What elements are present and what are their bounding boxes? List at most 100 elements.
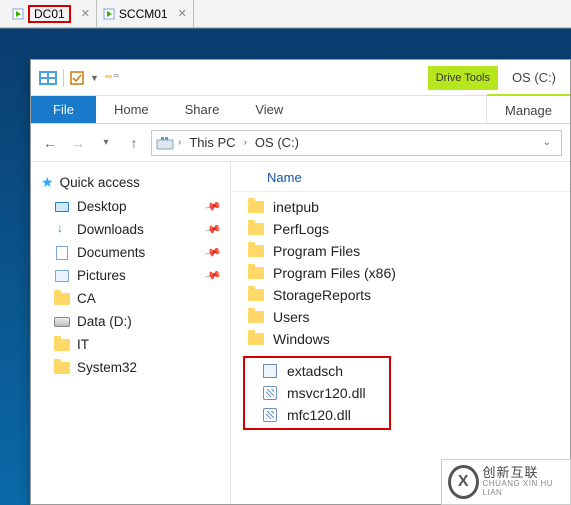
file-row[interactable]: inetpub	[231, 196, 570, 218]
folder-icon	[247, 267, 265, 279]
application-icon	[261, 364, 279, 378]
column-header-name[interactable]: Name	[231, 162, 570, 192]
breadcrumb-current[interactable]: OS (C:)	[251, 135, 303, 150]
file-row[interactable]: Windows	[231, 328, 570, 350]
titlebar: ▼ ⁼ Drive Tools OS (C:)	[31, 60, 570, 96]
watermark-text-cn: 创新互联	[483, 466, 564, 480]
folder-icon	[247, 201, 265, 213]
nav-forward-button: →	[67, 132, 89, 154]
nav-recent-dropdown[interactable]: ▾	[95, 132, 117, 154]
chevron-right-icon[interactable]: ›	[176, 137, 183, 148]
folder-icon	[247, 289, 265, 301]
drive-tools-contextual-tab[interactable]: Drive Tools	[428, 66, 498, 90]
file-row[interactable]: PerfLogs	[231, 218, 570, 240]
window-title: OS (C:)	[498, 70, 570, 85]
file-list-pane: Name inetpub PerfLogs Program Files Program…	[231, 162, 570, 504]
ribbon-share-tab[interactable]: Share	[167, 96, 238, 123]
nav-item-label: Desktop	[77, 199, 127, 214]
close-icon[interactable]: ✕	[178, 7, 187, 20]
nav-item-label: IT	[77, 337, 89, 352]
pictures-icon	[53, 269, 71, 283]
address-bar-row: ← → ▾ ↑ › This PC › OS (C:) ⌄	[31, 124, 570, 162]
ribbon-manage-tab[interactable]: Manage	[487, 94, 570, 123]
folder-icon	[53, 361, 71, 375]
explorer-body: ★ Quick access Desktop📌Downloads📌Documen…	[31, 162, 570, 504]
watermark-logo: X	[448, 465, 479, 499]
nav-up-button[interactable]: ↑	[123, 132, 145, 154]
pin-icon: 📌	[204, 243, 222, 261]
quick-access-header[interactable]: ★ Quick access	[37, 170, 224, 195]
address-dropdown-icon[interactable]: ⌄	[537, 137, 557, 148]
nav-back-button[interactable]: ←	[39, 132, 61, 154]
nav-item-desktop[interactable]: Desktop📌	[37, 195, 224, 218]
folder-icon	[247, 311, 265, 323]
explorer-app-icon	[39, 71, 57, 85]
nav-item-label: Pictures	[77, 268, 126, 283]
file-name: Users	[273, 309, 310, 325]
nav-item-documents[interactable]: Documents 📌	[37, 241, 224, 264]
vm-tab-dc01[interactable]: DC01 ✕	[6, 0, 97, 27]
breadcrumb-root[interactable]: This PC	[185, 135, 239, 150]
file-name: msvcr120.dll	[287, 385, 366, 401]
file-row[interactable]: extadsch	[245, 360, 389, 382]
folder-icon	[247, 245, 265, 257]
nav-item-data-d-[interactable]: Data (D:)	[37, 310, 224, 333]
highlighted-file-group: extadsch msvcr120.dll mfc120.dll	[243, 356, 391, 430]
nav-item-label: Downloads	[77, 222, 144, 237]
address-bar[interactable]: › This PC › OS (C:) ⌄	[151, 130, 562, 156]
nav-item-ca[interactable]: CA	[37, 287, 224, 310]
file-name: mfc120.dll	[287, 407, 351, 423]
vm-tab-label: DC01	[28, 5, 71, 23]
watermark-text-en: CHUANG XIN HU LIAN	[483, 480, 564, 498]
watermark-badge: X 创新互联 CHUANG XIN HU LIAN	[441, 459, 571, 505]
file-name: inetpub	[273, 199, 319, 215]
play-icon	[12, 8, 24, 20]
nav-item-label: System32	[77, 360, 137, 375]
drive-icon	[53, 315, 71, 329]
remote-desktop: ▼ ⁼ Drive Tools OS (C:) File Home Share …	[0, 28, 571, 505]
drive-icon	[156, 136, 174, 150]
file-row[interactable]: Users	[231, 306, 570, 328]
desktop-icon	[53, 200, 71, 214]
close-icon[interactable]: ✕	[81, 7, 90, 20]
ribbon-home-tab[interactable]: Home	[96, 96, 167, 123]
file-row[interactable]: mfc120.dll	[245, 404, 389, 426]
nav-item-downloads[interactable]: Downloads 📌	[37, 218, 224, 241]
ribbon-view-tab[interactable]: View	[237, 96, 301, 123]
play-icon	[103, 8, 115, 20]
file-row[interactable]: Program Files	[231, 240, 570, 262]
pin-icon: 📌	[204, 266, 222, 284]
file-name: Program Files	[273, 243, 360, 259]
file-row[interactable]: StorageReports	[231, 284, 570, 306]
file-name: Windows	[273, 331, 330, 347]
navigation-pane: ★ Quick access Desktop📌Downloads📌Documen…	[31, 162, 231, 504]
nav-item-pictures[interactable]: Pictures 📌	[37, 264, 224, 287]
vm-tab-sccm01[interactable]: SCCM01 ✕	[97, 0, 194, 27]
file-name: extadsch	[287, 363, 343, 379]
dll-icon	[261, 386, 279, 400]
documents-icon	[53, 246, 71, 260]
pin-icon: 📌	[204, 220, 222, 238]
qat-properties-icon[interactable]	[70, 71, 84, 85]
nav-item-label: Documents	[77, 245, 145, 260]
folder-icon	[53, 292, 71, 306]
file-name: Program Files (x86)	[273, 265, 396, 281]
downloads-icon	[53, 223, 71, 237]
file-name: PerfLogs	[273, 221, 329, 237]
file-row[interactable]: Program Files (x86)	[231, 262, 570, 284]
folder-icon	[247, 223, 265, 235]
nav-item-label: Data (D:)	[77, 314, 132, 329]
nav-item-it[interactable]: IT	[37, 333, 224, 356]
nav-item-system32[interactable]: System32	[37, 356, 224, 379]
file-explorer-window: ▼ ⁼ Drive Tools OS (C:) File Home Share …	[30, 59, 571, 505]
dll-icon	[261, 408, 279, 422]
vm-tab-label: SCCM01	[119, 7, 168, 21]
star-icon: ★	[41, 174, 54, 191]
ribbon-file-tab[interactable]: File	[31, 96, 96, 123]
qat-overflow-icon[interactable]: ⁼	[111, 70, 122, 86]
file-row[interactable]: msvcr120.dll	[245, 382, 389, 404]
chevron-down-icon[interactable]: ▼	[90, 73, 99, 83]
ribbon: File Home Share View Manage	[31, 96, 570, 124]
folder-icon	[53, 338, 71, 352]
chevron-right-icon[interactable]: ›	[242, 137, 249, 148]
